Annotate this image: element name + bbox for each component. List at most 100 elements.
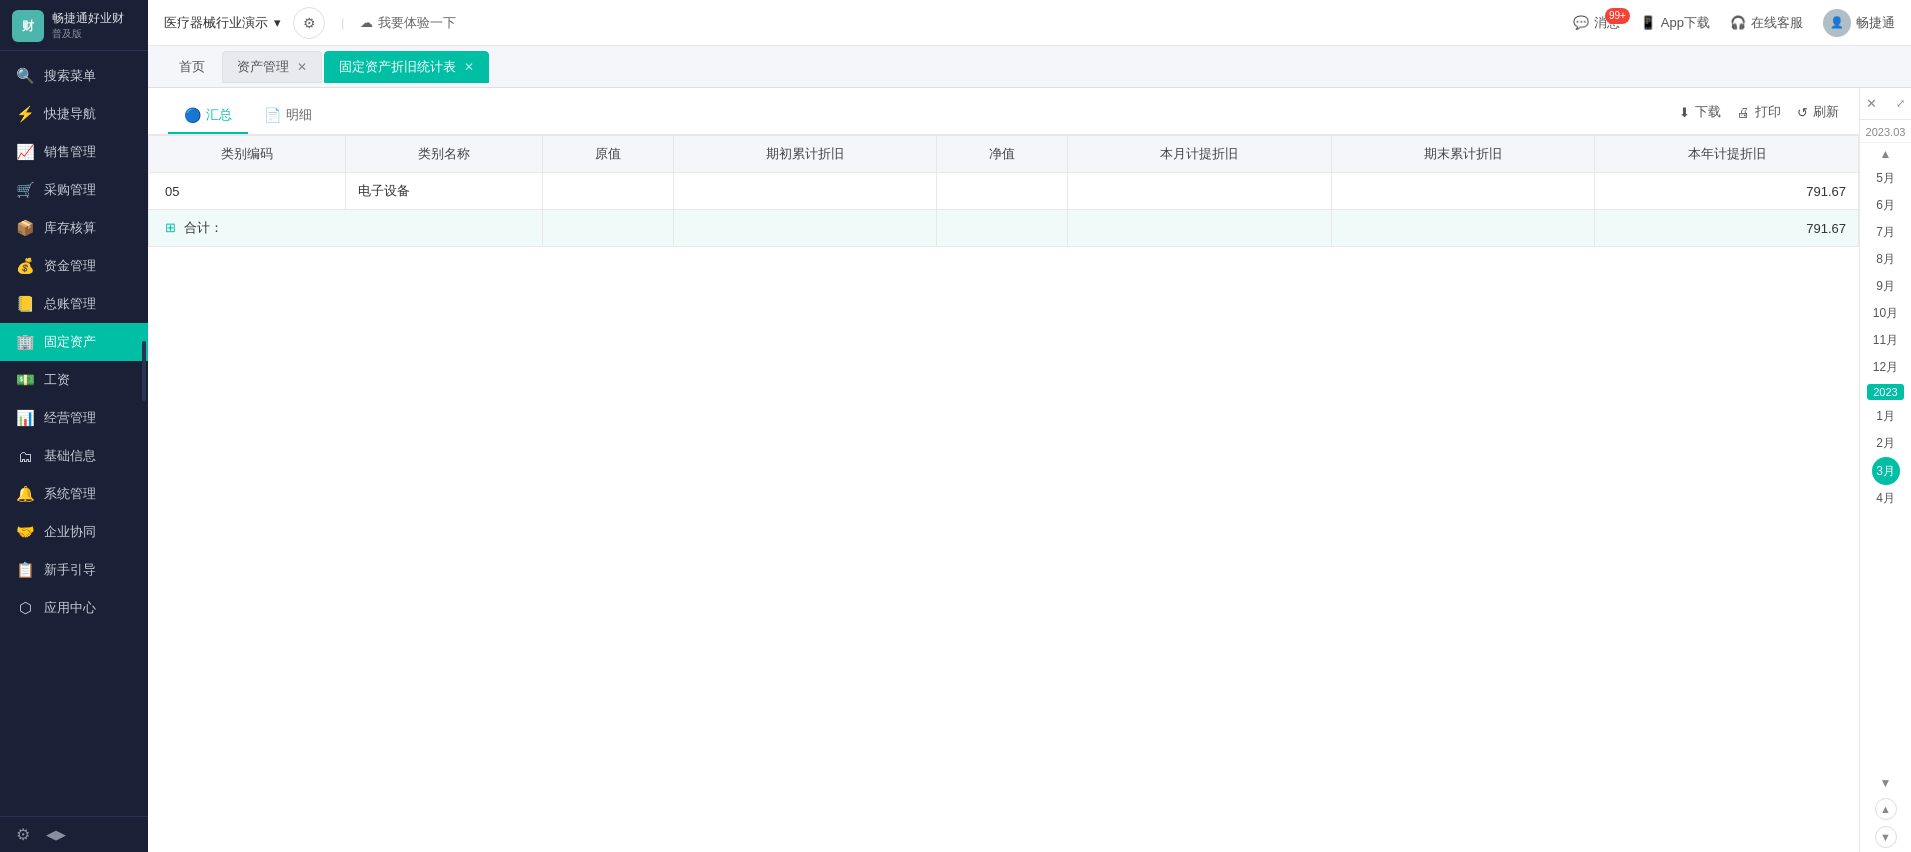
sidebar-label-app-center: 应用中心: [44, 599, 96, 617]
month-item-11[interactable]: 11月: [1860, 327, 1911, 354]
subtab-detail-label: 明细: [286, 106, 312, 124]
online-service-label: 在线客服: [1751, 14, 1803, 32]
month-item-8[interactable]: 8月: [1860, 246, 1911, 273]
experience-button[interactable]: ☁ 我要体验一下: [360, 14, 456, 32]
experience-label: 我要体验一下: [378, 14, 456, 32]
month-item-5[interactable]: 5月: [1860, 165, 1911, 192]
sidebar-logo: 财 畅捷通好业财 普及版: [0, 0, 148, 51]
subtotal-original: [543, 210, 674, 247]
month-item-4[interactable]: 4月: [1860, 485, 1911, 512]
col-category-code: 类别编码: [149, 136, 346, 173]
sidebar-item-ledger[interactable]: 📒总账管理: [0, 285, 148, 323]
subtab-summary[interactable]: 🔵 汇总: [168, 98, 248, 134]
sidebar-item-search[interactable]: 🔍搜索菜单: [0, 57, 148, 95]
month-item-6[interactable]: 6月: [1860, 192, 1911, 219]
message-button[interactable]: 💬 消息 99+: [1573, 14, 1620, 32]
subtabs: 🔵 汇总 📄 明细 ⬇ 下载 🖨 打印: [148, 88, 1859, 135]
refresh-button[interactable]: ↺ 刷新: [1797, 103, 1839, 121]
sidebar-label-finance: 资金管理: [44, 257, 96, 275]
sidebar-icon-fixed-assets: 🏢: [16, 333, 34, 351]
settings-button[interactable]: ⚙: [293, 7, 325, 39]
sidebar-icon-purchase: 🛒: [16, 181, 34, 199]
topbar: 医疗器械行业演示 ▾ ⚙ | ☁ 我要体验一下 💬 消息 99+ 📱 App下载…: [148, 0, 1911, 46]
topbar-right: 💬 消息 99+ 📱 App下载 🎧 在线客服 👤 畅捷通: [1573, 9, 1895, 37]
sidebar-icon-search: 🔍: [16, 67, 34, 85]
month-item-2[interactable]: 2月: [1860, 430, 1911, 457]
download-button[interactable]: ⬇ 下载: [1679, 103, 1721, 121]
nav-down-button[interactable]: ▼: [1875, 826, 1897, 848]
month-item-9[interactable]: 9月: [1860, 273, 1911, 300]
sidebar-item-inventory[interactable]: 📦库存核算: [0, 209, 148, 247]
panel-expand-icon[interactable]: ⤢: [1896, 97, 1905, 110]
sidebar-item-cooperation[interactable]: 🤝 企业协同: [0, 513, 148, 551]
sidebar-item-system[interactable]: 🔔 系统管理: [0, 475, 148, 513]
month-item-3-selected[interactable]: 3月: [1872, 457, 1900, 485]
panel-close-icon[interactable]: ✕: [1866, 96, 1877, 111]
tab-asset-mgmt-close-icon[interactable]: ✕: [297, 60, 307, 74]
app-download-button[interactable]: 📱 App下载: [1640, 14, 1710, 32]
tab-home-label: 首页: [179, 58, 205, 76]
col-original-value: 原值: [543, 136, 674, 173]
sidebar-item-payroll[interactable]: 💵工资: [0, 361, 148, 399]
sidebar-icon-app-center: ⬡: [16, 599, 34, 617]
user-button[interactable]: 👤 畅捷通: [1823, 9, 1895, 37]
sidebar-item-finance[interactable]: 💰资金管理: [0, 247, 148, 285]
sidebar-icon-cooperation: 🤝: [16, 523, 34, 541]
settings-icon[interactable]: ⚙: [16, 825, 30, 844]
row-net: [937, 173, 1068, 210]
sidebar-label-basic-info: 基础信息: [44, 447, 96, 465]
phone-icon: 📱: [1640, 15, 1656, 30]
sidebar: 财 畅捷通好业财 普及版 🔍搜索菜单⚡快捷导航📈销售管理🛒采购管理📦库存核算💰资…: [0, 0, 148, 852]
scroll-up-button[interactable]: ▲: [1860, 143, 1911, 165]
headset-icon: 🎧: [1730, 15, 1746, 30]
sidebar-label-cooperation: 企业协同: [44, 523, 96, 541]
tab-depreciation-close-icon[interactable]: ✕: [464, 60, 474, 74]
company-selector[interactable]: 医疗器械行业演示 ▾: [164, 14, 281, 32]
tab-depreciation-label: 固定资产折旧统计表: [339, 58, 456, 76]
month-item-7[interactable]: 7月: [1860, 219, 1911, 246]
row-init-accum: [673, 173, 937, 210]
download-icon: ⬇: [1679, 105, 1690, 120]
row-code: 05: [149, 173, 346, 210]
subtab-detail[interactable]: 📄 明细: [248, 98, 328, 134]
sidebar-item-app-center[interactable]: ⬡ 应用中心: [0, 589, 148, 627]
sidebar-label-system: 系统管理: [44, 485, 96, 503]
sidebar-label-sales: 销售管理: [44, 143, 96, 161]
tab-home[interactable]: 首页: [164, 51, 220, 83]
month-item-10[interactable]: 10月: [1860, 300, 1911, 327]
collapse-icon[interactable]: ◀▶: [46, 827, 66, 842]
nav-up-button[interactable]: ▲: [1875, 798, 1897, 820]
app-logo-icon: 财: [12, 10, 44, 42]
sidebar-icon-guide: 📋: [16, 561, 34, 579]
subtotal-month-dep: [1067, 210, 1331, 247]
print-label: 打印: [1755, 103, 1781, 121]
sidebar-item-fixed-assets[interactable]: 🏢 固定资产: [0, 323, 148, 361]
col-init-accum-dep: 期初累计折旧: [673, 136, 937, 173]
sidebar-item-quick-nav[interactable]: ⚡快捷导航: [0, 95, 148, 133]
sidebar-icon-system: 🔔: [16, 485, 34, 503]
sidebar-item-basic-info[interactable]: 🗂基础信息: [0, 437, 148, 475]
subtotal-end-accum: [1331, 210, 1595, 247]
sidebar-item-purchase[interactable]: 🛒采购管理: [0, 171, 148, 209]
sidebar-item-guide[interactable]: 📋新手引导: [0, 551, 148, 589]
main-area: 医疗器械行业演示 ▾ ⚙ | ☁ 我要体验一下 💬 消息 99+ 📱 App下载…: [148, 0, 1911, 852]
period-label: 2023.03: [1860, 120, 1911, 143]
print-icon: 🖨: [1737, 105, 1750, 120]
row-original: [543, 173, 674, 210]
sidebar-icon-ledger: 📒: [16, 295, 34, 313]
download-label: 下载: [1695, 103, 1721, 121]
tab-asset-mgmt[interactable]: 资产管理 ✕: [222, 51, 322, 83]
month-item-1[interactable]: 1月: [1860, 403, 1911, 430]
scroll-down-button[interactable]: ▼: [1860, 772, 1911, 794]
chevron-down-icon: ▾: [274, 15, 281, 30]
app-name: 畅捷通好业财: [52, 11, 124, 27]
tab-depreciation-report[interactable]: 固定资产折旧统计表 ✕: [324, 51, 489, 83]
print-button[interactable]: 🖨 打印: [1737, 103, 1781, 121]
sidebar-item-sales[interactable]: 📈销售管理: [0, 133, 148, 171]
row-month-dep: [1067, 173, 1331, 210]
month-item-12[interactable]: 12月: [1860, 354, 1911, 381]
online-service-button[interactable]: 🎧 在线客服: [1730, 14, 1803, 32]
sidebar-item-operations[interactable]: 📊经营管理: [0, 399, 148, 437]
sidebar-icon-quick-nav: ⚡: [16, 105, 34, 123]
sidebar-label-fixed-assets: 固定资产: [44, 333, 96, 351]
